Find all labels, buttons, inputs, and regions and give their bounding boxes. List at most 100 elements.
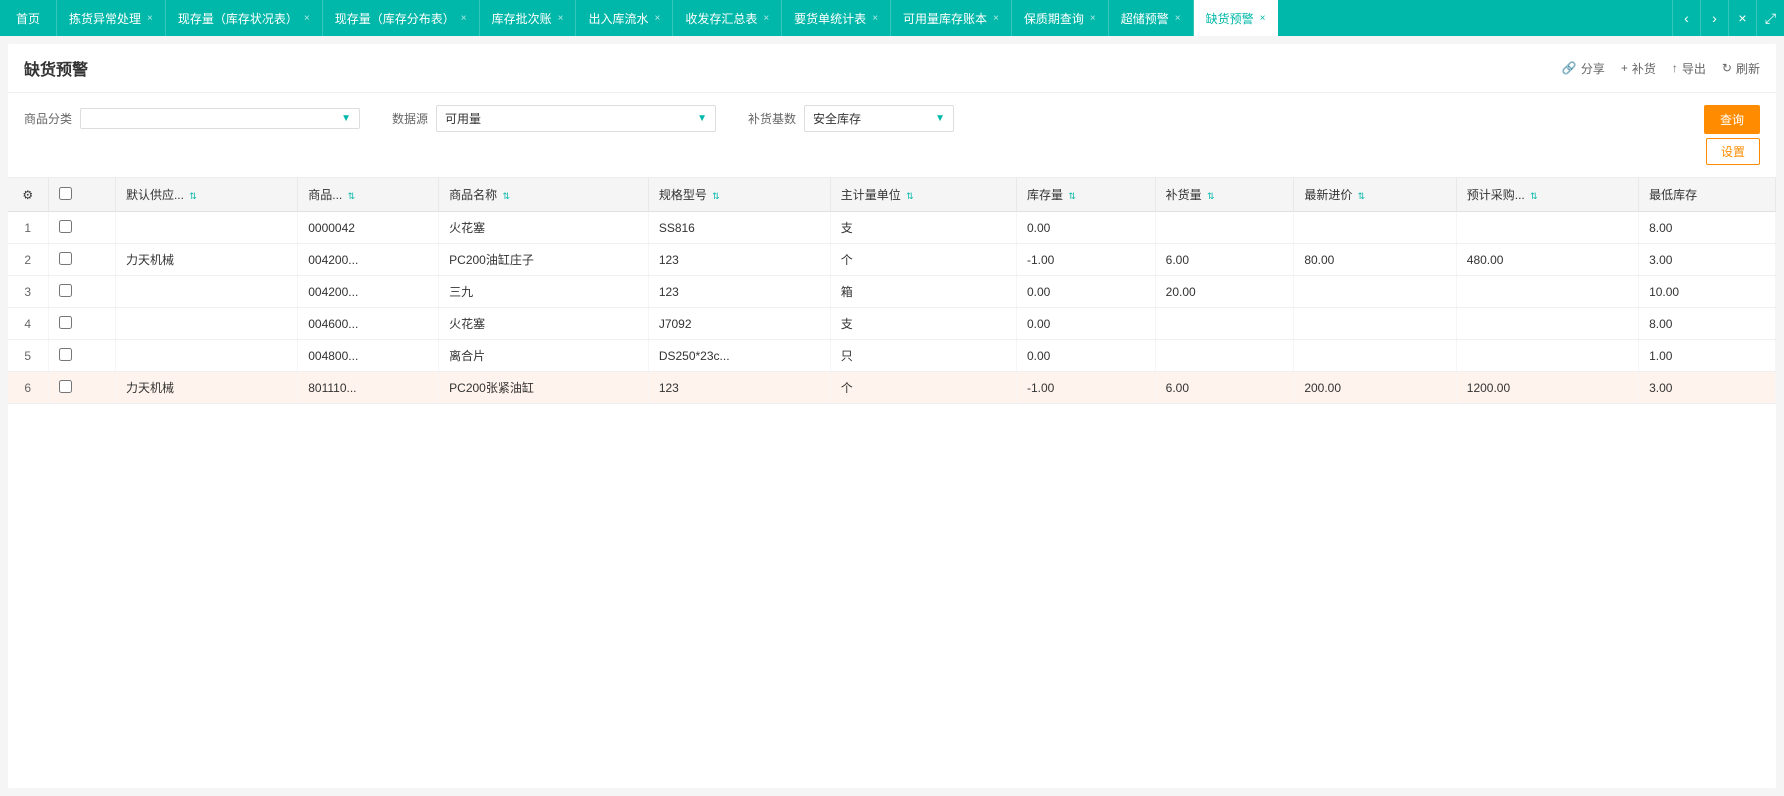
row-checkbox[interactable] bbox=[59, 284, 72, 297]
row-unit: 支 bbox=[830, 308, 1016, 340]
row-checkbox-cell[interactable] bbox=[48, 212, 115, 244]
select-all-checkbox[interactable] bbox=[59, 187, 72, 200]
row-supplier bbox=[115, 340, 297, 372]
row-spec: 123 bbox=[648, 244, 830, 276]
nav-tab-9[interactable]: 保质期查询 × bbox=[1012, 0, 1109, 36]
th-product-name-label: 商品名称 bbox=[449, 188, 497, 202]
refresh-icon: ↻ bbox=[1722, 61, 1732, 75]
th-stock[interactable]: 库存量 ⇅ bbox=[1017, 178, 1156, 212]
th-latest-price[interactable]: 最新进价 ⇅ bbox=[1294, 178, 1456, 212]
query-button[interactable]: 查询 bbox=[1704, 105, 1760, 134]
sort-price-icon: ⇅ bbox=[1358, 191, 1366, 201]
nav-tab-1-close[interactable]: × bbox=[147, 13, 153, 24]
th-product-name[interactable]: 商品名称 ⇅ bbox=[439, 178, 649, 212]
table-container: ⚙ 默认供应... ⇅ 商品... ⇅ 商品名称 ⇅ 规 bbox=[8, 178, 1776, 404]
nav-tab-3-close[interactable]: × bbox=[461, 13, 467, 24]
datasource-value: 可用量 bbox=[445, 110, 481, 127]
nav-tab-2[interactable]: 现存量（库存状况表） × bbox=[166, 0, 323, 36]
nav-tab-11-close[interactable]: × bbox=[1260, 13, 1266, 24]
nav-tab-9-close[interactable]: × bbox=[1090, 13, 1096, 24]
main-content: 缺货预警 🔗 分享 + 补货 ↑ 导出 ↻ 刷新 商品分类 bbox=[8, 44, 1776, 788]
th-product-code[interactable]: 商品... ⇅ bbox=[298, 178, 439, 212]
sort-est-icon: ⇅ bbox=[1530, 191, 1538, 201]
nav-tab-1[interactable]: 拣货异常处理 × bbox=[57, 0, 166, 36]
row-product-name: PC200张紧油缸 bbox=[439, 372, 649, 404]
nav-expand-button[interactable]: ⤢ bbox=[1756, 0, 1784, 36]
category-select[interactable]: ▼ bbox=[80, 108, 360, 129]
row-checkbox[interactable] bbox=[59, 316, 72, 329]
row-checkbox-cell[interactable] bbox=[48, 308, 115, 340]
nav-prev-button[interactable]: ‹ bbox=[1672, 0, 1700, 36]
th-est-purchase-label: 预计采购... bbox=[1467, 188, 1525, 202]
th-gear[interactable]: ⚙ bbox=[8, 178, 48, 212]
nav-tab-8-close[interactable]: × bbox=[993, 13, 999, 24]
nav-tab-6[interactable]: 收发存汇总表 × bbox=[673, 0, 782, 36]
datasource-select[interactable]: 可用量 ▼ bbox=[436, 105, 716, 132]
th-default-supplier-label: 默认供应... bbox=[126, 188, 184, 202]
th-checkbox[interactable] bbox=[48, 178, 115, 212]
nav-tab-home[interactable]: 首页 bbox=[0, 0, 57, 36]
row-checkbox-cell[interactable] bbox=[48, 340, 115, 372]
sort-name-icon: ⇅ bbox=[503, 191, 511, 201]
table-row: 4 004600... 火花塞 J7092 支 0.00 8.00 bbox=[8, 308, 1776, 340]
row-checkbox[interactable] bbox=[59, 252, 72, 265]
row-stock: -1.00 bbox=[1017, 372, 1156, 404]
table-row: 5 004800... 离合片 DS250*23c... 只 0.00 1.00 bbox=[8, 340, 1776, 372]
export-icon: ↑ bbox=[1672, 61, 1678, 75]
replenish-base-select[interactable]: 安全库存 ▼ bbox=[804, 105, 954, 132]
row-checkbox[interactable] bbox=[59, 220, 72, 233]
replenish-icon: + bbox=[1621, 61, 1628, 75]
nav-tab-10-close[interactable]: × bbox=[1175, 13, 1181, 24]
nav-tab-5-close[interactable]: × bbox=[654, 13, 660, 24]
replenish-base-filter-group: 补货基数 安全库存 ▼ bbox=[748, 105, 954, 132]
row-spec: DS250*23c... bbox=[648, 340, 830, 372]
th-spec[interactable]: 规格型号 ⇅ bbox=[648, 178, 830, 212]
row-checkbox[interactable] bbox=[59, 380, 72, 393]
th-min-stock[interactable]: 最低库存 bbox=[1639, 178, 1776, 212]
export-button[interactable]: ↑ 导出 bbox=[1672, 60, 1706, 77]
share-label: 分享 bbox=[1581, 60, 1605, 77]
replenish-button[interactable]: + 补货 bbox=[1621, 60, 1656, 77]
nav-close-button[interactable]: × bbox=[1728, 0, 1756, 36]
nav-tab-7[interactable]: 要货单统计表 × bbox=[782, 0, 891, 36]
th-unit[interactable]: 主计量单位 ⇅ bbox=[830, 178, 1016, 212]
sort-replenish-icon: ⇅ bbox=[1207, 191, 1215, 201]
nav-tab-8-label: 可用量库存账本 bbox=[903, 10, 987, 27]
th-est-purchase[interactable]: 预计采购... ⇅ bbox=[1456, 178, 1638, 212]
th-replenish-label: 补货量 bbox=[1166, 188, 1202, 202]
row-checkbox-cell[interactable] bbox=[48, 244, 115, 276]
nav-next-button[interactable]: › bbox=[1700, 0, 1728, 36]
row-checkbox-cell[interactable] bbox=[48, 372, 115, 404]
th-product-code-label: 商品... bbox=[308, 188, 342, 202]
refresh-button[interactable]: ↻ 刷新 bbox=[1722, 60, 1760, 77]
row-num: 4 bbox=[8, 308, 48, 340]
nav-tab-6-label: 收发存汇总表 bbox=[685, 10, 757, 27]
share-button[interactable]: 🔗 分享 bbox=[1562, 60, 1605, 77]
th-default-supplier[interactable]: 默认供应... ⇅ bbox=[115, 178, 297, 212]
datasource-label: 数据源 bbox=[392, 110, 428, 127]
table-row: 2 力天机械 004200... PC200油缸庄子 123 个 -1.00 6… bbox=[8, 244, 1776, 276]
nav-tab-7-close[interactable]: × bbox=[872, 13, 878, 24]
row-checkbox-cell[interactable] bbox=[48, 276, 115, 308]
nav-tab-8[interactable]: 可用量库存账本 × bbox=[891, 0, 1012, 36]
th-replenish[interactable]: 补货量 ⇅ bbox=[1155, 178, 1294, 212]
nav-tab-5[interactable]: 出入库流水 × bbox=[576, 0, 673, 36]
nav-tab-10[interactable]: 超储预警 × bbox=[1109, 0, 1194, 36]
nav-tab-2-close[interactable]: × bbox=[304, 13, 310, 24]
row-latest-price bbox=[1294, 308, 1456, 340]
nav-tab-10-label: 超储预警 bbox=[1121, 10, 1169, 27]
nav-tab-11[interactable]: 缺货预警 × bbox=[1194, 0, 1279, 36]
nav-tab-9-label: 保质期查询 bbox=[1024, 10, 1084, 27]
row-spec: 123 bbox=[648, 372, 830, 404]
nav-tab-6-close[interactable]: × bbox=[763, 13, 769, 24]
table-header-row: ⚙ 默认供应... ⇅ 商品... ⇅ 商品名称 ⇅ 规 bbox=[8, 178, 1776, 212]
nav-tab-4[interactable]: 库存批次账 × bbox=[480, 0, 577, 36]
nav-tab-3[interactable]: 现存量（库存分布表） × bbox=[323, 0, 480, 36]
header-actions: 🔗 分享 + 补货 ↑ 导出 ↻ 刷新 bbox=[1562, 60, 1760, 77]
share-icon: 🔗 bbox=[1562, 61, 1577, 75]
settings-button[interactable]: 设置 bbox=[1706, 138, 1760, 165]
th-unit-label: 主计量单位 bbox=[841, 188, 901, 202]
row-product-name: 火花塞 bbox=[439, 308, 649, 340]
row-checkbox[interactable] bbox=[59, 348, 72, 361]
nav-tab-4-close[interactable]: × bbox=[558, 13, 564, 24]
